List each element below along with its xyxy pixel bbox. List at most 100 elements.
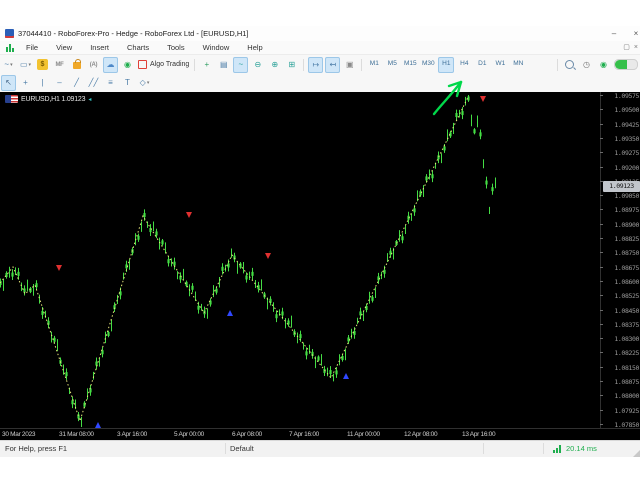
buy-arrow-marker [343,373,349,379]
current-bid-price-box: 1.09123 [603,181,640,192]
price-tick-label: 1.08225 [600,349,639,357]
chart-shift-button[interactable]: ↤ [325,56,341,73]
chart-type-button[interactable]: ~ ▾ [1,57,16,73]
menu-charts[interactable]: Charts [118,41,158,54]
menu-window[interactable]: Window [194,41,239,54]
price-tick-label: 1.08750 [600,249,639,257]
toolbar-separator [557,58,558,71]
chart-restore-button[interactable]: ▢ [623,41,630,54]
price-tick-label: 1.09275 [600,149,639,157]
horizontal-line-tool-button[interactable]: – [52,75,67,91]
depth-of-market-button[interactable]: ▤ [216,57,231,73]
price-tick-label: 1.08075 [600,378,639,386]
close-button[interactable]: × [628,26,640,41]
timeframe-m15-button[interactable]: M15 [402,57,418,73]
price-tick-label: 1.08375 [600,321,639,329]
status-help-text: For Help, press F1 [5,444,68,453]
channel-tool-button[interactable]: ╱╱ [86,75,101,91]
connection-latency: 20.14 ms [566,444,597,453]
price-tick-label: 1.09575 [600,92,639,100]
profiles-button[interactable]: ▭ ▾ [18,57,33,73]
time-tick-label: 30 Mar 2023 [2,431,36,438]
timeframe-m1-button[interactable]: M1 [366,57,382,73]
signals-button[interactable]: (A) [86,57,101,73]
tile-windows-button[interactable]: ⊞ [284,57,299,73]
price-tick-label: 1.08975 [600,206,639,214]
line-chart-button[interactable]: ~ [233,56,249,73]
status-bar: For Help, press F1 Default 20.14 ms [0,440,640,457]
status-profile-text[interactable]: Default [230,444,254,453]
price-tick-label: 1.07925 [600,407,639,415]
price-tick-label: 1.09200 [600,164,639,172]
timeframe-h1-button[interactable]: H1 [438,56,455,73]
deposit-button[interactable]: $ [35,57,50,73]
cursor-tool-button[interactable]: ↖ [1,75,16,91]
status-separator [483,443,484,454]
crosshair-tool-button[interactable]: + [18,75,33,91]
sell-arrow-marker [56,265,62,271]
resize-grip[interactable] [633,450,640,457]
live-toggle-switch[interactable] [613,57,639,73]
live-indicator-icon[interactable]: ◉ [596,57,611,73]
chart-window[interactable]: EURUSD,H1 1.09123 ◂ 1.09575 1.09500 1.0942… [0,92,640,441]
algo-trading-button[interactable]: Algo Trading [137,57,190,73]
sell-arrow-marker [186,212,192,218]
history-clock-button[interactable]: ◷ [579,57,594,73]
price-tick-label: 1.08600 [600,278,639,286]
timeframe-w1-button[interactable]: W1 [492,57,508,73]
timeframe-m5-button[interactable]: M5 [384,57,400,73]
price-tick-label: 1.08675 [600,264,639,272]
time-tick-label: 13 Apr 16:00 [462,431,496,438]
menu-file[interactable]: File [17,41,47,54]
menu-help[interactable]: Help [238,41,271,54]
time-tick-label: 31 Mar 08:00 [59,431,94,438]
text-tool-button[interactable]: T [120,75,135,91]
timeframe-d1-button[interactable]: D1 [474,57,490,73]
trendline-tool-button[interactable]: ╱ [69,75,84,91]
chart-menu-icon[interactable] [6,43,14,52]
time-tick-label: 12 Apr 08:00 [404,431,438,438]
toolbar-separator [361,58,363,71]
price-tick-label: 1.09425 [600,121,639,129]
timeframe-h4-button[interactable]: H4 [456,57,472,73]
dock-chart-button[interactable]: ▣ [342,57,357,73]
connection-signal-icon[interactable] [553,445,563,453]
zoom-out-button[interactable]: ⊖ [250,57,265,73]
price-tick-label: 1.08900 [600,221,639,229]
auto-scroll-button[interactable]: ↦ [308,56,324,73]
broker-logo-button[interactable]: MF [52,57,67,73]
price-tick-label: 1.09350 [600,135,639,143]
chart-close-button[interactable]: × [634,41,638,54]
timeframe-mn-button[interactable]: MN [510,57,526,73]
symbol-flag-icon [5,95,18,103]
chart-annotation-marker: ◂ [88,96,92,103]
price-scale[interactable]: 1.09575 1.09500 1.09425 1.09350 1.09275 1.092… [600,92,640,429]
menu-insert[interactable]: Insert [81,41,118,54]
price-tick-label: 1.08300 [600,335,639,343]
community-button[interactable]: ◉ [120,57,135,73]
menu-view[interactable]: View [47,41,81,54]
vps-cloud-button[interactable]: ☁ [103,56,118,73]
minimize-button[interactable]: – [606,26,622,41]
price-tick-label: 1.08150 [600,364,639,372]
application-window: 37044410 - RoboForex-Pro - Hedge - RoboF… [0,0,640,480]
buy-arrow-marker [227,310,233,316]
price-tick-label: 1.08525 [600,292,639,300]
symbol-ohlc-text: EURUSD,H1 1.09123 [21,95,86,103]
time-tick-label: 5 Apr 00:00 [174,431,204,438]
toolbar-separator [303,58,305,71]
mdi-window-controls: ▢ × [623,41,638,54]
fibonacci-tool-button[interactable]: ≡ [103,75,118,91]
price-tick-label: 1.08000 [600,392,639,400]
market-button[interactable] [69,57,84,73]
search-button[interactable] [562,57,577,73]
timeframe-m30-button[interactable]: M30 [420,57,436,73]
zoom-in-button[interactable]: ⊕ [267,57,282,73]
shapes-tool-button[interactable]: ◇ ▾ [137,75,152,91]
time-tick-label: 6 Apr 08:00 [232,431,262,438]
candlestick-chart[interactable] [0,92,601,428]
menu-tools[interactable]: Tools [158,41,194,54]
main-toolbar: ~ ▾ ▭ ▾ $ MF (A) ☁ ◉ Algo Trading + ▤ ~ ⊖ ⊕ ⊞ ↦ ↤ ▣ M1 M5 M15… [0,54,640,75]
new-order-button[interactable]: + [199,57,214,73]
vertical-line-tool-button[interactable]: | [35,75,50,91]
